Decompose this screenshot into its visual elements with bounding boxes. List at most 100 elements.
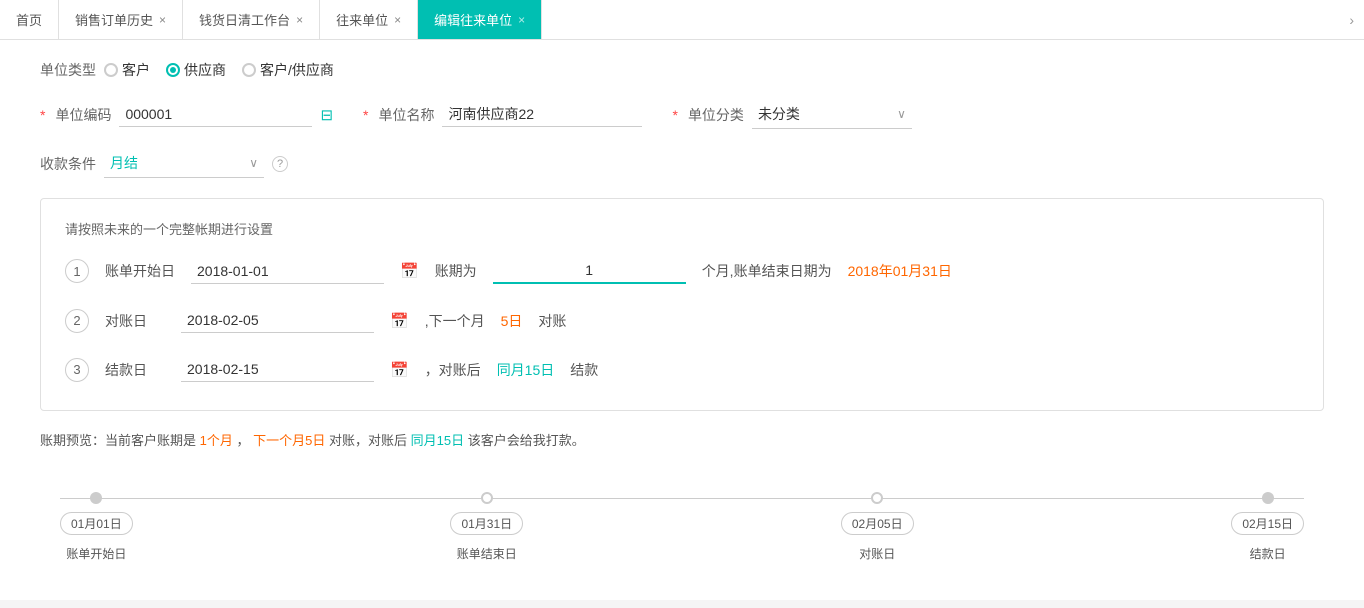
step-3-suffix-highlight: 同月15日	[497, 360, 555, 380]
unit-category-label: 单位分类	[688, 105, 744, 125]
timeline-label-reconcile: 02月05日	[841, 512, 914, 535]
settings-panel: 请按照未来的一个完整帐期进行设置 1 账单开始日 📅 账期为 个月,账单结束日期…	[40, 198, 1324, 411]
timeline-dot-end-bill	[481, 492, 493, 504]
unit-code-input[interactable]	[119, 102, 312, 127]
unit-category-required: *	[672, 107, 677, 123]
timeline-wrapper: 01月01日 账单开始日 01月31日 账单结束日 02月05日 对账日 02月…	[40, 476, 1324, 562]
timeline-sublabel-payment: 结款日	[1250, 545, 1286, 562]
tab-cash-label: 钱货日清工作台	[199, 10, 290, 29]
radio-both-circle	[242, 63, 256, 77]
unit-category-select[interactable]: 未分类 ∨	[752, 100, 912, 129]
step-1-label: 账单开始日	[105, 261, 175, 281]
payment-term-value: 月结	[110, 153, 245, 173]
payment-term-select[interactable]: 月结 ∨	[104, 149, 264, 178]
tab-sales-label: 销售订单历史	[75, 10, 153, 29]
step-2-row: 2 对账日 📅 ,下一个月 5日 对账	[65, 308, 1299, 333]
unit-name-input[interactable]	[442, 102, 642, 127]
radio-both[interactable]: 客户/供应商	[242, 60, 334, 80]
step-2-calendar-icon[interactable]: 📅	[390, 312, 409, 330]
panel-title: 请按照未来的一个完整帐期进行设置	[65, 219, 1299, 238]
unit-code-label: 单位编码	[55, 105, 111, 125]
timeline-sublabel-end-bill: 账单结束日	[457, 545, 517, 562]
unit-type-radio-group: 客户 供应商 客户/供应商	[104, 60, 334, 80]
tab-cash-close-icon[interactable]: ×	[296, 13, 303, 27]
step-1-period-input[interactable]	[493, 258, 686, 284]
preview-suffix: 该客户会给我打款。	[468, 433, 585, 448]
unit-category-chevron-icon: ∨	[897, 107, 906, 121]
payment-term-help-icon[interactable]: ?	[272, 156, 288, 172]
step-2-label: 对账日	[105, 311, 165, 331]
preview-part3: 同月15日	[411, 433, 464, 448]
tab-cash-work[interactable]: 钱货日清工作台 ×	[183, 0, 320, 39]
step-3-calendar-icon[interactable]: 📅	[390, 361, 409, 379]
step-2-suffix-prefix: ,下一个月	[425, 311, 485, 331]
radio-customer[interactable]: 客户	[104, 60, 150, 80]
payment-term-row: 收款条件 月结 ∨ ?	[40, 149, 1324, 178]
unit-category-value: 未分类	[758, 104, 893, 124]
unit-name-field: * 单位名称	[363, 102, 642, 127]
unit-code-field: * 单位编码 ⊟	[40, 102, 333, 127]
step-1-num: 1	[65, 259, 89, 283]
timeline-label-start: 01月01日	[60, 512, 133, 535]
preview-part2: 下一个月5日	[253, 433, 325, 448]
tab-sales-order-history[interactable]: 销售订单历史 ×	[59, 0, 183, 39]
tab-more-icon: ›	[1349, 12, 1354, 28]
main-content: 单位类型 客户 供应商 客户/供应商 * 单位编码	[0, 40, 1364, 600]
timeline-dot-payment	[1262, 492, 1274, 504]
unit-name-required: *	[363, 107, 368, 123]
tab-edit-close-icon[interactable]: ×	[518, 13, 525, 27]
tab-more-button[interactable]: ›	[1339, 0, 1364, 39]
unit-type-row: 单位类型 客户 供应商 客户/供应商	[40, 60, 1324, 80]
preview-comma: ，	[237, 433, 250, 448]
step-2-date-input[interactable]	[181, 308, 374, 333]
timeline-dot-reconcile	[871, 492, 883, 504]
timeline-point-payment: 02月15日 结款日	[1231, 476, 1304, 562]
timeline-sublabel-start: 账单开始日	[66, 545, 126, 562]
step-3-row: 3 结款日 📅 ，对账后 同月15日 结款	[65, 357, 1299, 382]
unit-name-label: 单位名称	[378, 105, 434, 125]
radio-supplier-label: 供应商	[184, 60, 226, 80]
tab-home-label: 首页	[16, 10, 42, 29]
step-1-period-prefix: 账期为	[435, 261, 477, 281]
step-2-num: 2	[65, 309, 89, 333]
step-1-date-input[interactable]	[191, 259, 384, 284]
tab-edit-partner[interactable]: 编辑往来单位 ×	[418, 0, 542, 39]
payment-term-field: 收款条件 月结 ∨ ?	[40, 149, 288, 178]
timeline-point-reconcile: 02月05日 对账日	[841, 476, 914, 562]
tab-partner-units[interactable]: 往来单位 ×	[320, 0, 418, 39]
step-3-date-input[interactable]	[181, 357, 374, 382]
payment-term-label: 收款条件	[40, 154, 96, 174]
step-1-calendar-icon[interactable]: 📅	[400, 262, 419, 280]
step-2-suffix-end: 对账	[538, 311, 566, 331]
tab-home[interactable]: 首页	[0, 0, 59, 39]
step-3-num: 3	[65, 358, 89, 382]
timeline-label-end-bill: 01月31日	[450, 512, 523, 535]
unit-code-required: *	[40, 107, 45, 123]
step-3-label: 结款日	[105, 360, 165, 380]
radio-customer-label: 客户	[122, 60, 150, 80]
tabs-bar: 首页 销售订单历史 × 钱货日清工作台 × 往来单位 × 编辑往来单位 × ›	[0, 0, 1364, 40]
preview-prefix: 账期预览：当前客户账期是	[40, 433, 196, 448]
radio-customer-circle	[104, 63, 118, 77]
timeline-point-end-bill: 01月31日 账单结束日	[450, 476, 523, 562]
radio-supplier-circle	[166, 63, 180, 77]
tab-partner-close-icon[interactable]: ×	[394, 13, 401, 27]
unit-type-field: 单位类型 客户 供应商 客户/供应商	[40, 60, 334, 80]
tab-partner-label: 往来单位	[336, 10, 388, 29]
unit-info-row: * 单位编码 ⊟ * 单位名称 * 单位分类 未分类 ∨	[40, 100, 1324, 129]
unit-code-copy-icon[interactable]: ⊟	[320, 106, 333, 124]
tab-sales-close-icon[interactable]: ×	[159, 13, 166, 27]
timeline-label-payment: 02月15日	[1231, 512, 1304, 535]
step-3-suffix-end: 结款	[570, 360, 598, 380]
timeline-points: 01月01日 账单开始日 01月31日 账单结束日 02月05日 对账日 02月…	[60, 476, 1304, 562]
preview-text: 账期预览：当前客户账期是 1个月 ， 下一个月5日 对账，对账后 同月15日 该…	[40, 431, 1324, 452]
radio-supplier[interactable]: 供应商	[166, 60, 226, 80]
step-2-suffix-highlight: 5日	[501, 311, 523, 331]
step-1-row: 1 账单开始日 📅 账期为 个月,账单结束日期为 2018年01月31日	[65, 258, 1299, 284]
step-1-period-end: 2018年01月31日	[848, 261, 952, 281]
timeline-point-start: 01月01日 账单开始日	[60, 476, 133, 562]
step-1-period-suffix: 个月,账单结束日期为	[702, 261, 832, 281]
radio-both-label: 客户/供应商	[260, 60, 334, 80]
unit-type-label: 单位类型	[40, 60, 96, 80]
preview-middle: 对账，对账后	[329, 433, 407, 448]
